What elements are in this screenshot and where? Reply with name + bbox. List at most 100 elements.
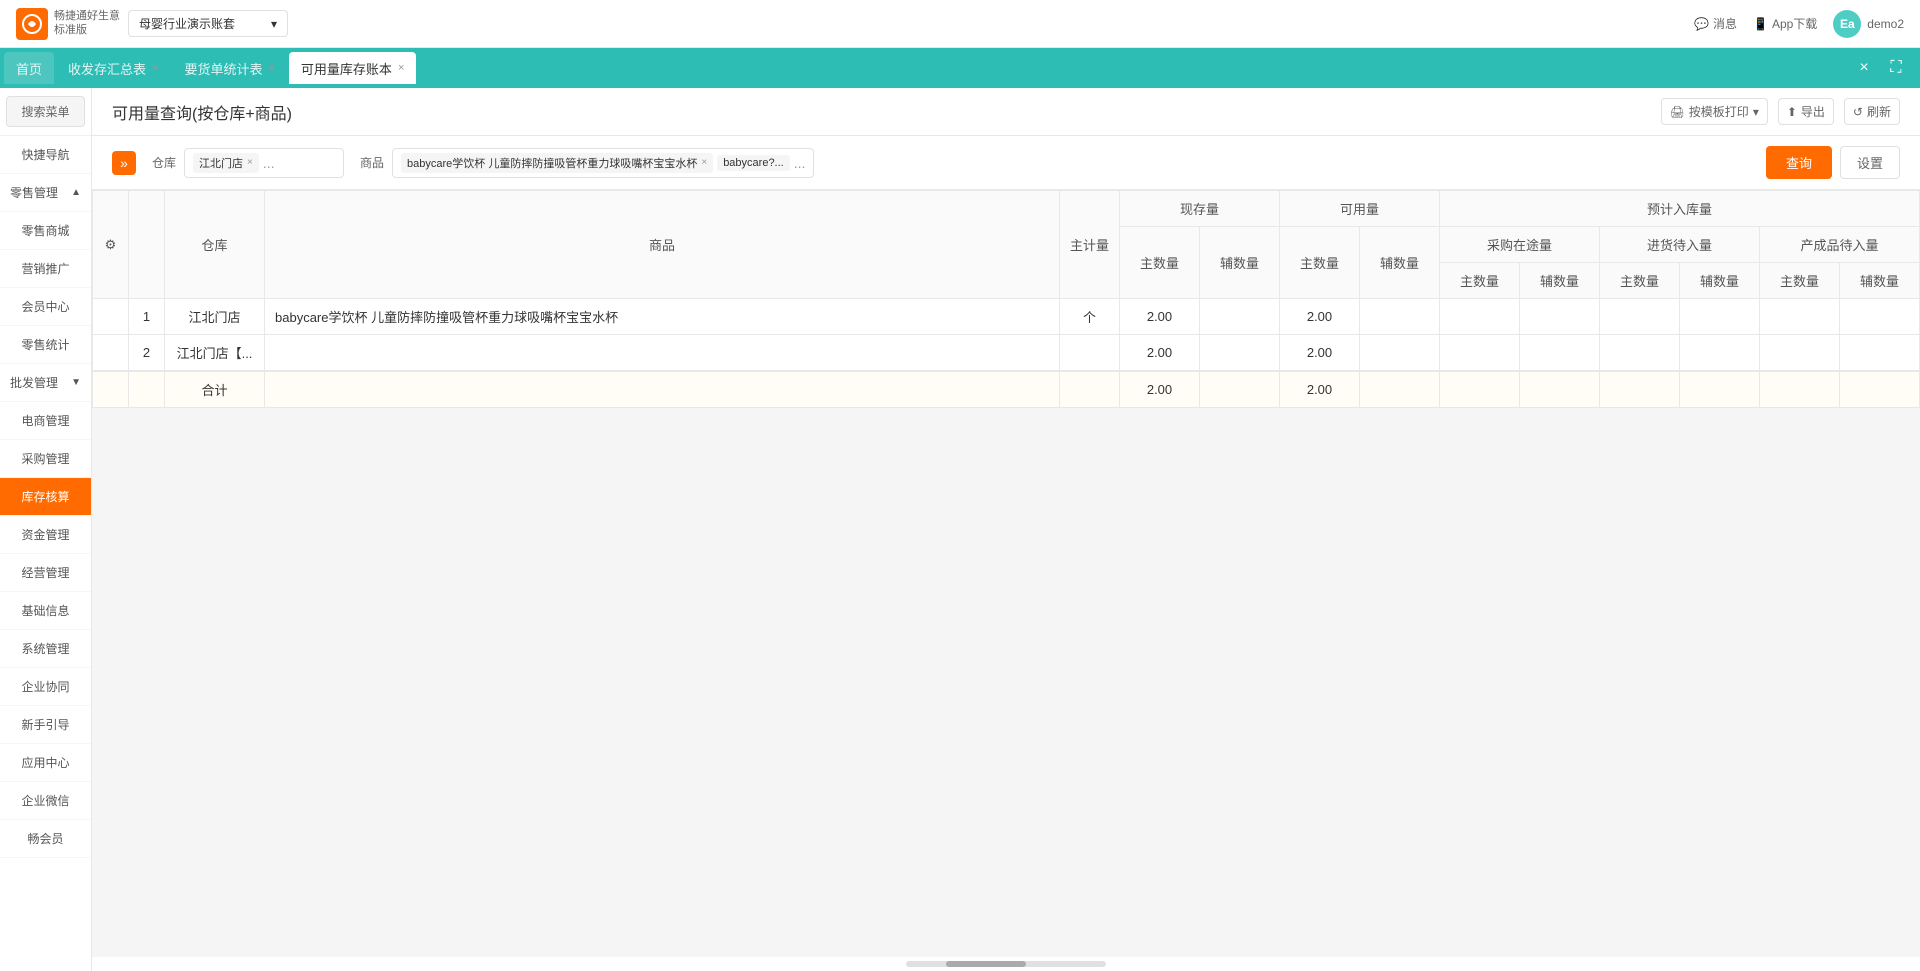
th-product-pending-aux: 辅数量 [1840,263,1920,299]
sidebar-item-new-guide[interactable]: 新手引导 [0,706,91,744]
cell-unit-2 [1059,335,1119,372]
tab-close-receive[interactable]: × [152,62,158,74]
table-footer: 合计 2.00 2.00 [93,371,1920,408]
tab-home[interactable]: 首页 [4,52,54,84]
cell-avail-aux-1 [1360,299,1440,335]
th-product-pending-main: 主数量 [1760,263,1840,299]
th-purchase-transit-aux: 辅数量 [1520,263,1600,299]
cell-inbound-pending-aux-2 [1680,335,1760,372]
cell-purchase-transit-aux-2 [1520,335,1600,372]
tab-order-stats[interactable]: 要货单统计表 × [172,52,286,84]
sidebar-item-basic-info[interactable]: 基础信息 [0,592,91,630]
th-gear: ⚙ [93,191,129,299]
filter-bar: » 仓库 江北门店 × ... 商品 babycare学饮杯 儿童防摔防撞吸管杯… [92,136,1920,190]
th-purchase-transit-group: 采购在途量 [1440,227,1600,263]
sidebar-item-member-vip[interactable]: 畅会员 [0,820,91,858]
product-filter: 商品 babycare学饮杯 儿童防摔防撞吸管杯重力球吸嘴杯宝宝水杯 × bab… [360,148,814,178]
close-window-icon[interactable]: × [1852,56,1876,80]
more-dots-product[interactable]: ... [794,155,806,171]
cell-product-2 [265,335,1060,372]
th-avail-group: 可用量 [1280,191,1440,227]
footer-inbound-pending-main [1600,371,1680,408]
filter-expand-button[interactable]: » [112,151,136,175]
cell-avail-aux-2 [1360,335,1440,372]
top-header: 畅捷通好生意 标准版 母婴行业演示账套 ▾ 💬 消息 📱 App下载 Ea de… [0,0,1920,48]
th-avail-aux: 辅数量 [1360,227,1440,299]
sidebar-item-wholesale-mgmt[interactable]: 批发管理 ▼ [0,364,91,402]
tab-available-stock[interactable]: 可用量库存账本 × [289,52,416,84]
page-actions: 🖨 按模板打印 ▾ ⬆ 导出 ↺ 刷新 [1661,98,1900,125]
scrollbar-thumb[interactable] [946,961,1026,967]
cell-warehouse-2: 江北门店【... [165,335,265,372]
cell-product-pending-main-1 [1760,299,1840,335]
gear-icon[interactable]: ⚙ [105,237,117,252]
expand-window-icon[interactable]: ⛶ [1884,56,1908,80]
refresh-button[interactable]: ↺ 刷新 [1844,98,1900,125]
th-rownum [129,191,165,299]
filter-actions: 查询 设置 [1766,146,1900,179]
more-dots[interactable]: ... [263,155,275,171]
search-menu-button[interactable]: 搜索菜单 [6,96,85,127]
footer-unit [1059,371,1119,408]
cell-stock-main-2: 2.00 [1120,335,1200,372]
product-tag-close-1[interactable]: × [701,157,707,168]
tab-close-available[interactable]: × [398,62,404,74]
industry-selector[interactable]: 母婴行业演示账套 ▾ [128,10,288,37]
query-button[interactable]: 查询 [1766,146,1832,179]
sidebar-item-ecommerce[interactable]: 电商管理 [0,402,91,440]
table-row: 1 江北门店 babycare学饮杯 儿童防摔防撞吸管杯重力球吸嘴杯宝宝水杯 个… [93,299,1920,335]
sidebar-item-app-center[interactable]: 应用中心 [0,744,91,782]
tab-receive-summary[interactable]: 收发存汇总表 × [56,52,170,84]
cell-rownum-2: 2 [129,335,165,372]
cell-stock-main-1: 2.00 [1120,299,1200,335]
download-action[interactable]: 📱 App下载 [1753,15,1817,32]
user-area[interactable]: Ea demo2 [1833,10,1904,38]
sidebar-item-enterprise-collab[interactable]: 企业协同 [0,668,91,706]
download-icon: 📱 [1753,17,1768,31]
sidebar-item-retail-mall[interactable]: 零售商城 [0,212,91,250]
cell-product-pending-aux-1 [1840,299,1920,335]
nav-tabs-right: × ⛶ [1852,56,1920,80]
footer-cell-rownum [129,371,165,408]
product-tag-1: babycare学饮杯 儿童防摔防撞吸管杯重力球吸嘴杯宝宝水杯 × [401,153,713,173]
footer-stock-aux [1200,371,1280,408]
sidebar-item-enterprise-wechat[interactable]: 企业微信 [0,782,91,820]
sidebar-item-finance[interactable]: 资金管理 [0,516,91,554]
sidebar-item-inventory[interactable]: 库存核算 [0,478,91,516]
main-layout: 搜索菜单 快捷导航 零售管理 ▲ 零售商城 营销推广 会员中心 零售统计 批发管… [0,88,1920,971]
warehouse-tag-close[interactable]: × [247,157,253,168]
sidebar-item-purchase-mgmt[interactable]: 采购管理 [0,440,91,478]
sidebar-item-marketing[interactable]: 营销推广 [0,250,91,288]
logo-area: 畅捷通好生意 标准版 [16,8,120,40]
sidebar-item-system-mgmt[interactable]: 系统管理 [0,630,91,668]
cell-product-1: babycare学饮杯 儿童防摔防撞吸管杯重力球吸嘴杯宝宝水杯 [265,299,1060,335]
message-icon: 💬 [1694,17,1709,31]
cell-unit-1: 个 [1059,299,1119,335]
th-main-unit: 主计量 [1059,191,1119,299]
sidebar-item-retail-stats[interactable]: 零售统计 [0,326,91,364]
footer-product [265,371,1060,408]
footer-label: 合计 [165,371,265,408]
cell-purchase-transit-main-2 [1440,335,1520,372]
th-inbound-pending-group: 进货待入量 [1600,227,1760,263]
sidebar-item-business-mgmt[interactable]: 经营管理 [0,554,91,592]
logo-text: 畅捷通好生意 标准版 [54,10,120,36]
sidebar-item-member-center[interactable]: 会员中心 [0,288,91,326]
th-product-pending-group: 产成品待入量 [1760,227,1920,263]
print-button[interactable]: 🖨 按模板打印 ▾ [1661,98,1768,125]
footer-stock-main: 2.00 [1120,371,1200,408]
chevron-up-icon: ▲ [71,187,81,198]
product-input[interactable]: babycare学饮杯 儿童防摔防撞吸管杯重力球吸嘴杯宝宝水杯 × babyca… [392,148,814,178]
tab-close-order[interactable]: × [268,62,274,74]
export-button[interactable]: ⬆ 导出 [1778,98,1834,125]
cell-purchase-transit-aux-1 [1520,299,1600,335]
message-action[interactable]: 💬 消息 [1694,15,1737,32]
warehouse-input[interactable]: 江北门店 × ... [184,148,344,178]
settings-button[interactable]: 设置 [1840,146,1900,179]
refresh-icon: ↺ [1853,105,1863,119]
scrollbar-track[interactable] [906,961,1106,967]
sidebar-item-quick-nav[interactable]: 快捷导航 [0,136,91,174]
cell-avail-main-1: 2.00 [1280,299,1360,335]
sidebar-item-retail-mgmt[interactable]: 零售管理 ▲ [0,174,91,212]
cell-purchase-transit-main-1 [1440,299,1520,335]
